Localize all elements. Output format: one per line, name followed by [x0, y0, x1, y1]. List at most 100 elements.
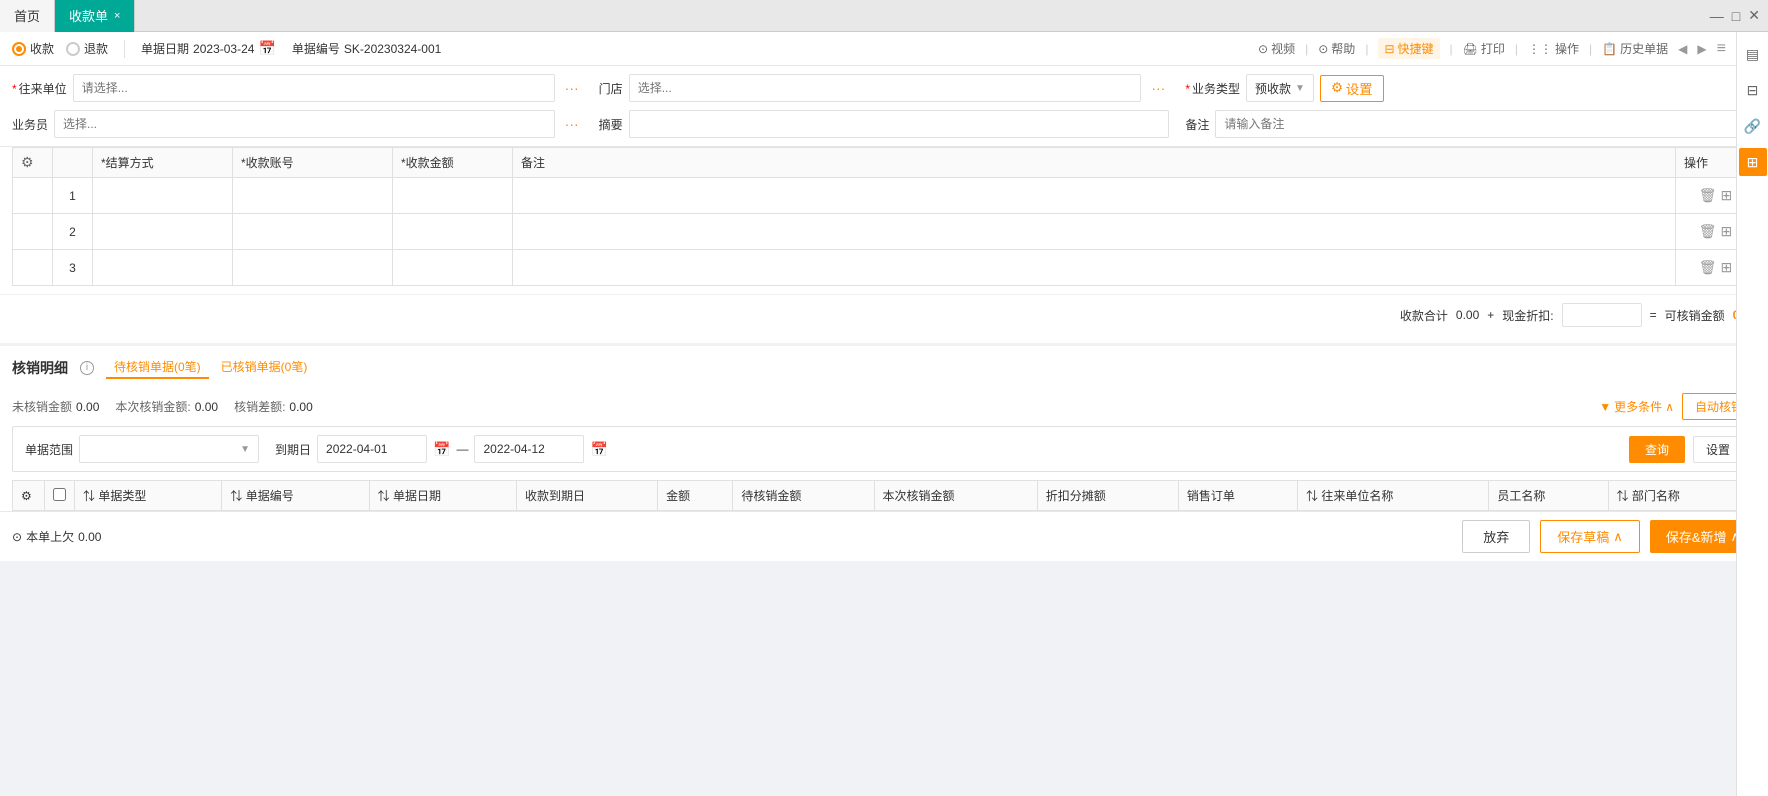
- print-btn[interactable]: 🖨 打印: [1463, 40, 1505, 57]
- staff-input[interactable]: [54, 110, 555, 138]
- layout-icon[interactable]: ≡: [1717, 40, 1726, 58]
- diff-stat: 核销差额: 0.00: [234, 398, 313, 415]
- refund-radio[interactable]: 退款: [66, 40, 108, 57]
- close-window-icon[interactable]: ✕: [1748, 7, 1760, 24]
- minimize-icon[interactable]: —: [1710, 8, 1724, 24]
- staff-more-btn[interactable]: ···: [561, 116, 583, 132]
- remark-field: 备注: [1185, 110, 1756, 138]
- nav-next-icon[interactable]: ▶: [1697, 42, 1706, 56]
- draft-btn[interactable]: 保存草稿 ∧: [1540, 520, 1640, 553]
- print-icon: 🖨: [1463, 42, 1478, 56]
- more-conditions-btn[interactable]: ▼ 更多条件 ∧: [1599, 398, 1674, 415]
- tab-bar-controls: — □ ✕: [1710, 7, 1768, 24]
- footer-current-label: 本单上欠: [26, 528, 74, 545]
- date-range-field: 到期日 📅 — 📅: [275, 435, 608, 463]
- nav-prev-icon[interactable]: ◀: [1678, 42, 1687, 56]
- discount-input[interactable]: [1562, 303, 1642, 327]
- partner-field: 往来单位 ···: [12, 74, 583, 102]
- history-btn[interactable]: 📋 历史单据: [1602, 40, 1668, 57]
- staff-label: 业务员: [12, 116, 48, 133]
- receipt-table: ⚙ *结算方式 *收款账号 *收款金额 备注: [12, 147, 1756, 286]
- footer-right: 放弃 保存草稿 ∧ 保存&新增 ∧: [1462, 520, 1756, 553]
- range-field: 单据范围 ▼: [25, 435, 259, 463]
- video-btn[interactable]: ⊙ 视频: [1258, 40, 1295, 57]
- form-container: 收款 退款 单据日期 2023-03-24 📅 单据编号 SK-20230324…: [0, 32, 1768, 561]
- partner-input[interactable]: [73, 74, 555, 102]
- sidebar-icon-3[interactable]: 🔗: [1739, 112, 1767, 140]
- staff-field: 业务员 ···: [12, 110, 583, 138]
- chevron-down-icon: ▼: [1295, 83, 1305, 94]
- diff-value: 0.00: [289, 400, 312, 414]
- partner-label: 往来单位: [12, 80, 67, 97]
- receipt-radio-dot: [12, 42, 26, 56]
- due-date-label: 到期日: [275, 441, 311, 458]
- row3-copy-icon[interactable]: ⊞: [1721, 259, 1733, 276]
- bottom-col-staff: 员工名称: [1489, 481, 1608, 511]
- tab-home[interactable]: 首页: [0, 0, 55, 32]
- writeoff-section: 核销明细 i 待核销单据(0笔) 已核销单据(0笔) 未核销金额 0.00 本次…: [0, 343, 1768, 511]
- help-btn[interactable]: ⊙ 帮助: [1318, 40, 1355, 57]
- info-icon[interactable]: i: [80, 361, 94, 375]
- business-type-select[interactable]: 预收款 ▼: [1246, 74, 1314, 102]
- restore-icon[interactable]: □: [1732, 8, 1740, 24]
- tab-receipt[interactable]: 收款单 ×: [55, 0, 135, 32]
- bottom-col-number: ⇅ 单据编号: [222, 481, 369, 511]
- remark-label: 备注: [1185, 116, 1209, 133]
- sort-icon: ⇅: [83, 489, 95, 503]
- shortcut-btn[interactable]: ⊟ 快捷键: [1378, 38, 1439, 59]
- tab-pending[interactable]: 待核销单据(0笔): [106, 356, 209, 379]
- remark-input[interactable]: [1215, 110, 1756, 138]
- radio-group: 收款 退款: [12, 40, 108, 57]
- table-row: 2 🗑 ⊞: [13, 214, 1756, 250]
- date-field: 单据日期 2023-03-24 📅: [141, 40, 276, 57]
- due-date-end-input[interactable]: [474, 435, 584, 463]
- footer-info-icon[interactable]: ⊙: [12, 530, 22, 544]
- chevron-up-icon: ∧: [1665, 400, 1674, 414]
- start-calendar-icon[interactable]: 📅: [433, 441, 450, 458]
- stats-row: 未核销金额 0.00 本次核销金额: 0.00 核销差额: 0.00 ▼ 更多条…: [12, 387, 1756, 426]
- equals-sign: =: [1650, 308, 1657, 322]
- row1-delete-icon[interactable]: 🗑: [1699, 187, 1717, 204]
- business-type-field: 业务类型 预收款 ▼ ⚙ 设置: [1185, 74, 1756, 102]
- bottom-settings-icon[interactable]: ⚙: [21, 489, 32, 503]
- date-label: 单据日期: [141, 40, 189, 57]
- footer: ⊙ 本单上欠 0.00 放弃 保存草稿 ∧ 保存&新增 ∧: [0, 511, 1768, 561]
- table-settings-icon[interactable]: ⚙: [21, 154, 34, 170]
- partner-more-btn[interactable]: ···: [561, 80, 583, 96]
- settings-button[interactable]: ⚙ 设置: [1320, 75, 1384, 102]
- history-icon: 📋: [1602, 42, 1617, 56]
- summary-label: 摘要: [599, 116, 623, 133]
- bottom-col-discount: 折扣分摊额: [1037, 481, 1178, 511]
- receipt-radio[interactable]: 收款: [12, 40, 54, 57]
- sidebar-icon-4[interactable]: ⊞: [1739, 148, 1767, 176]
- due-date-start-input[interactable]: [317, 435, 427, 463]
- sidebar-icon-1[interactable]: ▤: [1739, 40, 1767, 68]
- receipt-table-section: ⚙ *结算方式 *收款账号 *收款金额 备注: [0, 147, 1768, 294]
- end-calendar-icon[interactable]: 📅: [590, 441, 607, 458]
- table-row: 1 🗑 ⊞: [13, 178, 1756, 214]
- store-more-btn[interactable]: ···: [1147, 80, 1169, 96]
- tab-close-icon[interactable]: ×: [114, 10, 120, 22]
- row1-copy-icon[interactable]: ⊞: [1721, 187, 1733, 204]
- range-label: 单据范围: [25, 441, 73, 458]
- writeoff-tabs: 待核销单据(0笔) 已核销单据(0笔): [106, 356, 315, 379]
- col-settings-header[interactable]: ⚙: [13, 148, 53, 178]
- action-icon: ⋮⋮: [1528, 42, 1552, 56]
- calendar-icon[interactable]: 📅: [258, 40, 275, 57]
- row3-delete-icon[interactable]: 🗑: [1699, 259, 1717, 276]
- row2-copy-icon[interactable]: ⊞: [1721, 223, 1733, 240]
- summary-input[interactable]: [629, 110, 1170, 138]
- row2-delete-icon[interactable]: 🗑: [1699, 223, 1717, 240]
- bottom-col-settings[interactable]: ⚙: [13, 481, 45, 511]
- sidebar-icon-2[interactable]: ⊟: [1739, 76, 1767, 104]
- bottom-col-check[interactable]: [45, 481, 75, 511]
- action-btn[interactable]: ⋮⋮ 操作: [1528, 40, 1579, 57]
- select-all-checkbox[interactable]: [53, 488, 66, 501]
- form-fields: 往来单位 ··· 门店 ··· 业务类型 预收款 ▼ ⚙ 设置: [0, 66, 1768, 147]
- tab-done[interactable]: 已核销单据(0笔): [213, 356, 316, 379]
- query-btn[interactable]: 查询: [1629, 436, 1685, 463]
- store-input[interactable]: [629, 74, 1142, 102]
- range-select[interactable]: ▼: [79, 435, 259, 463]
- current-stat: 本次核销金额: 0.00: [115, 398, 218, 415]
- abandon-btn[interactable]: 放弃: [1462, 520, 1530, 553]
